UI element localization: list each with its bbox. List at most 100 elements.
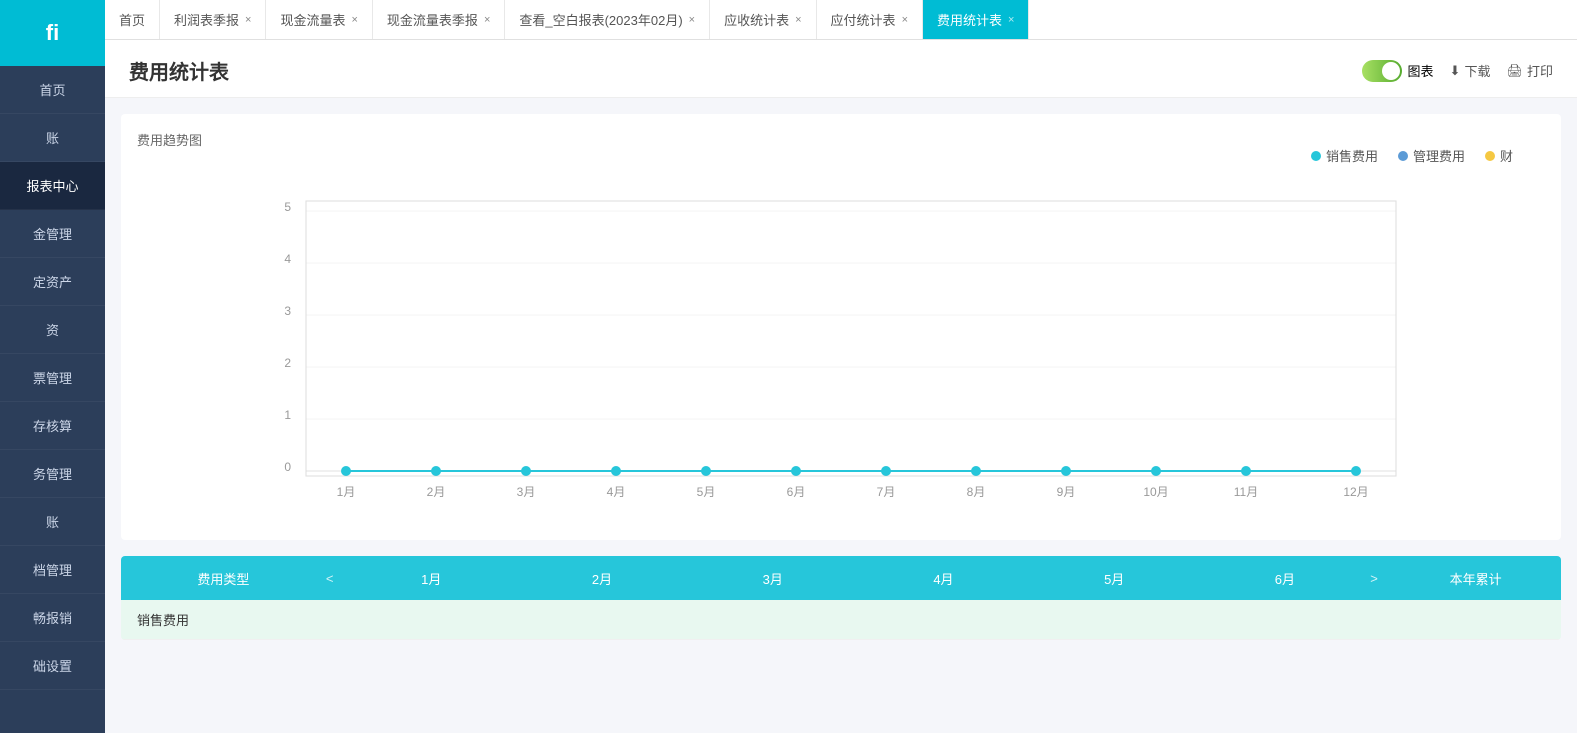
table-next-btn[interactable]: > (1370, 571, 1390, 586)
sidebar-item-cash[interactable]: 金管理 (0, 210, 105, 258)
tab-receivable[interactable]: 应收统计表 × (710, 0, 816, 39)
chart-point-3 (521, 466, 531, 476)
svg-text:6月: 6月 (787, 485, 806, 499)
svg-text:10月: 10月 (1143, 485, 1168, 499)
svg-text:1: 1 (284, 408, 291, 422)
chart-point-1 (341, 466, 351, 476)
tab-blank-report-label: 查看_空白报表(2023年02月) (519, 10, 682, 29)
tab-payable-close[interactable]: × (902, 14, 908, 26)
chart-wrapper: 0 1 2 3 4 5 (137, 161, 1545, 524)
tab-blank-report-close[interactable]: × (689, 14, 695, 26)
trend-chart: 0 1 2 3 4 5 (137, 161, 1545, 521)
svg-text:4月: 4月 (607, 485, 626, 499)
print-button[interactable]: 🖨 打印 (1506, 61, 1553, 80)
th-expense-type: 费用类型 (121, 569, 326, 588)
td-expense-type: 销售费用 (121, 610, 336, 629)
svg-text:5: 5 (284, 200, 291, 214)
page-content: 费用统计表 图表 ⬇ 下载 🖨 打印 费用趋势图 (105, 40, 1577, 733)
tab-cashflow-quarterly-close[interactable]: × (484, 14, 490, 26)
table-header: 费用类型 < 1月 2月 3月 4月 5月 6月 > 本年累计 (121, 556, 1561, 600)
chart-point-8 (971, 466, 981, 476)
chart-point-10 (1151, 466, 1161, 476)
chart-toggle[interactable] (1362, 60, 1402, 82)
tab-home[interactable]: 首页 (105, 0, 160, 39)
chart-point-12 (1351, 466, 1361, 476)
tab-expense-stats-close[interactable]: × (1008, 14, 1014, 26)
chart-point-11 (1241, 466, 1251, 476)
svg-text:11月: 11月 (1234, 485, 1258, 499)
table-row: 销售费用 (121, 600, 1561, 640)
th-month-3: 3月 (687, 569, 858, 588)
chart-point-4 (611, 466, 621, 476)
legend-sales-dot (1311, 151, 1321, 161)
sidebar: fi 首页 账 报表中心 金管理 定资产 资 票管理 存核算 务管理 账 档管理… (0, 0, 105, 733)
sidebar-item-assets[interactable]: 定资产 (0, 258, 105, 306)
svg-text:2: 2 (284, 356, 291, 370)
sidebar-item-archive[interactable]: 档管理 (0, 546, 105, 594)
tab-blank-report[interactable]: 查看_空白报表(2023年02月) × (505, 0, 710, 39)
sidebar-item-ledger[interactable]: 账 (0, 114, 105, 162)
download-label: 下载 (1464, 61, 1490, 80)
chart-point-2 (431, 466, 441, 476)
sidebar-item-invoice[interactable]: 票管理 (0, 354, 105, 402)
data-table-section: 费用类型 < 1月 2月 3月 4月 5月 6月 > 本年累计 销售费用 (121, 556, 1561, 640)
svg-text:9月: 9月 (1057, 485, 1076, 499)
th-month-4: 4月 (858, 569, 1029, 588)
header-actions: 图表 ⬇ 下载 🖨 打印 (1362, 60, 1553, 82)
tab-cashflow-quarterly[interactable]: 现金流量表季报 × (373, 0, 505, 39)
svg-text:12月: 12月 (1343, 485, 1368, 499)
table-body: 销售费用 (121, 600, 1561, 640)
tab-receivable-close[interactable]: × (795, 14, 801, 26)
table-prev-btn[interactable]: < (326, 571, 346, 586)
svg-text:8月: 8月 (967, 485, 986, 499)
svg-text:3: 3 (284, 304, 291, 318)
sidebar-logo: fi (0, 0, 105, 66)
main-content: 首页 利润表季报 × 现金流量表 × 现金流量表季报 × 查看_空白报表(202… (105, 0, 1577, 733)
tab-bar: 首页 利润表季报 × 现金流量表 × 现金流量表季报 × 查看_空白报表(202… (105, 0, 1577, 40)
sidebar-item-reports[interactable]: 报表中心 (0, 162, 105, 210)
print-label: 打印 (1527, 61, 1553, 80)
svg-text:4: 4 (284, 252, 291, 266)
svg-text:2月: 2月 (427, 485, 446, 499)
tab-receivable-label: 应收统计表 (724, 10, 789, 29)
svg-text:0: 0 (284, 460, 291, 474)
tab-payable[interactable]: 应付统计表 × (817, 0, 923, 39)
sidebar-item-expense[interactable]: 畅报销 (0, 594, 105, 642)
legend-admin-dot (1398, 151, 1408, 161)
legend-finance-dot (1485, 151, 1495, 161)
sidebar-item-home[interactable]: 首页 (0, 66, 105, 114)
chart-toggle-wrap: 图表 (1362, 60, 1434, 82)
tab-profit-quarterly-label: 利润表季报 (174, 10, 239, 29)
svg-text:1月: 1月 (337, 485, 356, 499)
th-month-2: 2月 (517, 569, 688, 588)
sidebar-item-capital[interactable]: 资 (0, 306, 105, 354)
tab-cashflow-close[interactable]: × (351, 14, 357, 26)
download-button[interactable]: ⬇ 下载 (1450, 61, 1491, 80)
chart-point-7 (881, 466, 891, 476)
tab-payable-label: 应付统计表 (831, 10, 896, 29)
tab-expense-stats[interactable]: 费用统计表 × (923, 0, 1029, 39)
tab-cashflow-label: 现金流量表 (280, 10, 345, 29)
sidebar-item-settings[interactable]: 础设置 (0, 642, 105, 690)
chart-section: 费用趋势图 销售费用 管理费用 财 (121, 114, 1561, 540)
th-month-1: 1月 (346, 569, 517, 588)
print-icon: 🖨 (1506, 63, 1523, 79)
svg-text:3月: 3月 (517, 485, 536, 499)
page-title: 费用统计表 (129, 56, 229, 85)
chart-point-5 (701, 466, 711, 476)
svg-text:5月: 5月 (697, 485, 716, 499)
sidebar-item-inventory[interactable]: 存核算 (0, 402, 105, 450)
chart-point-6 (791, 466, 801, 476)
page-header: 费用统计表 图表 ⬇ 下载 🖨 打印 (105, 40, 1577, 98)
tab-profit-quarterly-close[interactable]: × (245, 14, 251, 26)
th-month-6: 6月 (1200, 569, 1371, 588)
chart-point-9 (1061, 466, 1071, 476)
tab-expense-stats-label: 费用统计表 (937, 10, 1002, 29)
sidebar-item-service[interactable]: 务管理 (0, 450, 105, 498)
sidebar-item-account[interactable]: 账 (0, 498, 105, 546)
tab-cashflow-quarterly-label: 现金流量表季报 (387, 10, 478, 29)
tab-profit-quarterly[interactable]: 利润表季报 × (160, 0, 266, 39)
tab-cashflow[interactable]: 现金流量表 × (266, 0, 372, 39)
chart-toggle-label: 图表 (1408, 61, 1434, 80)
th-yearly-total: 本年累计 (1390, 569, 1561, 588)
